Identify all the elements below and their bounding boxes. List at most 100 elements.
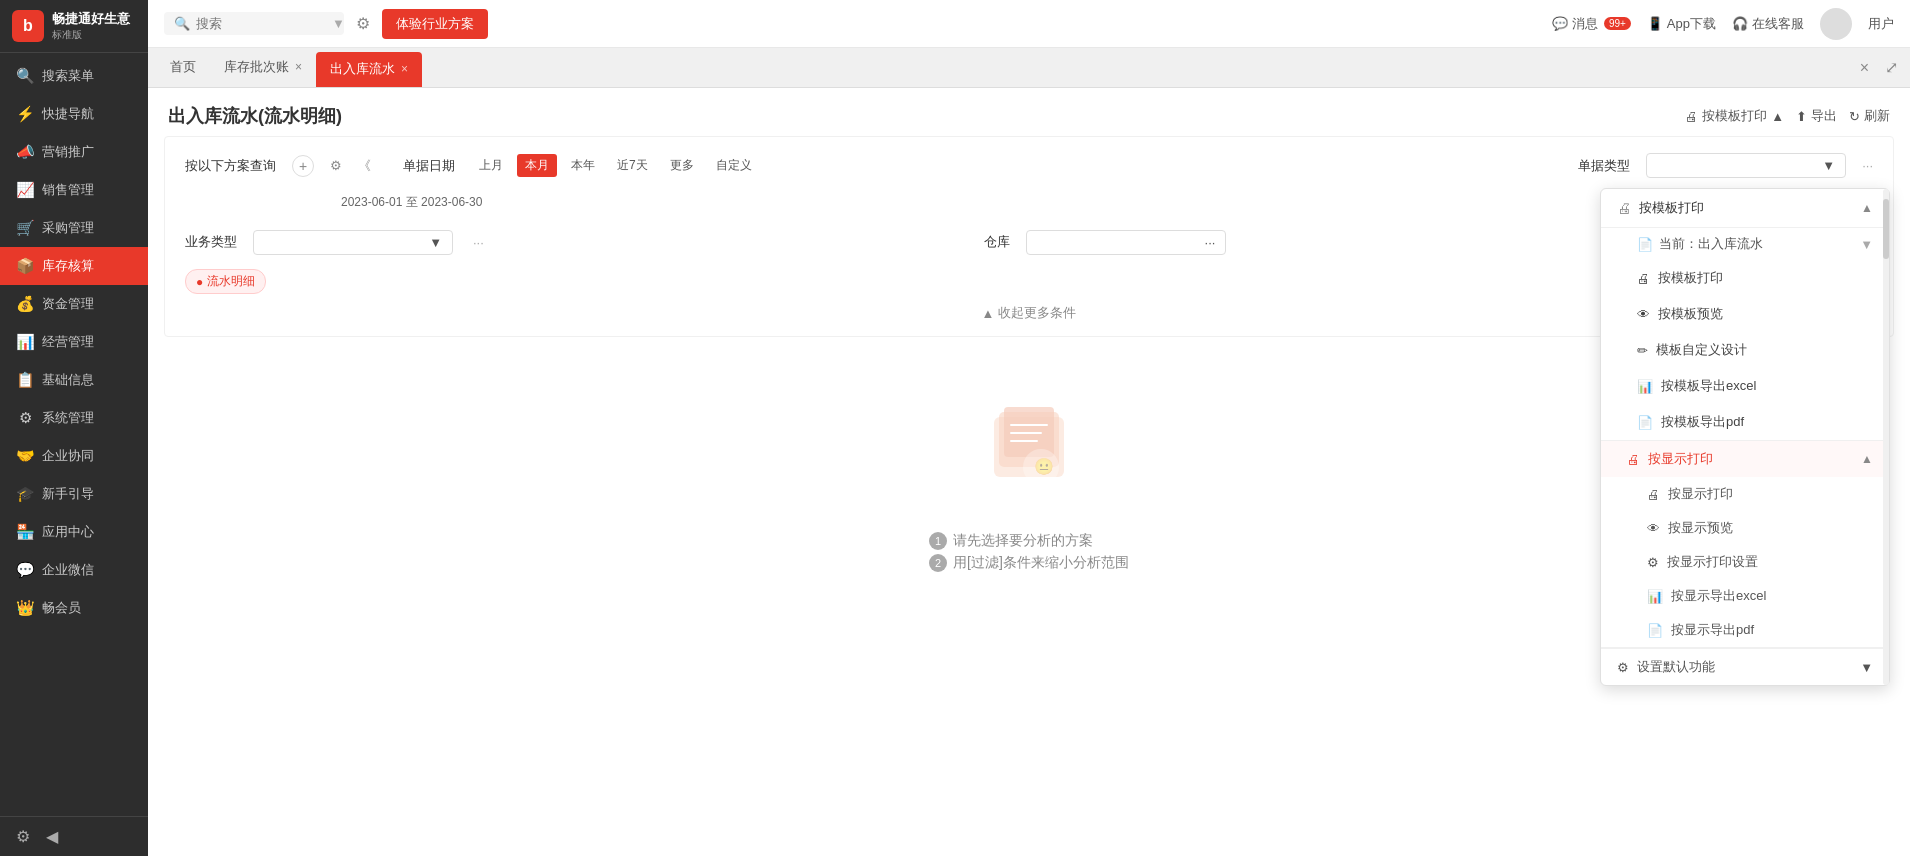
tag-dot: ●	[196, 275, 203, 289]
date-btn-more[interactable]: 更多	[662, 154, 702, 177]
sidebar-bottom: ⚙ ◀	[0, 816, 148, 856]
warehouse-select[interactable]: ···	[1026, 230, 1226, 255]
sidebar-item-quicknav[interactable]: ⚡ 快捷导航	[0, 95, 148, 133]
app-download-action[interactable]: 📱 App下载	[1647, 15, 1716, 33]
display-settings-icon: ⚙	[1647, 555, 1659, 570]
customer-service-action[interactable]: 🎧 在线客服	[1732, 15, 1804, 33]
sales-icon: 📈	[16, 181, 34, 199]
date-btn-custom[interactable]: 自定义	[708, 154, 760, 177]
dropdown-footer[interactable]: ⚙ 设置默认功能 ▼	[1601, 648, 1889, 685]
dropdown-template-excel[interactable]: 📊 按模板导出excel	[1601, 368, 1889, 404]
dropdown-template-design[interactable]: ✏ 模板自定义设计	[1601, 332, 1889, 368]
topbar: 🔍 ▼ ⚙ 体验行业方案 💬 消息 99+ 📱 App下载 🎧 在线客服 用户	[148, 0, 1910, 48]
sidebar: b 畅捷通好生意 标准版 🔍 搜索菜单 ⚡ 快捷导航 📣 营销推广 📈 销售管理…	[0, 0, 148, 856]
tab-batch[interactable]: 库存批次账 ×	[210, 48, 316, 87]
appstore-icon: 🏪	[16, 523, 34, 541]
sidebar-item-inventory[interactable]: 📦 库存核算	[0, 247, 148, 285]
sidebar-item-basic[interactable]: 📋 基础信息	[0, 361, 148, 399]
tab-batch-close[interactable]: ×	[295, 60, 302, 74]
template-design-icon: ✏	[1637, 343, 1648, 358]
search-dropdown-icon[interactable]: ▼	[332, 16, 345, 31]
sidebar-item-operations[interactable]: 📊 经营管理	[0, 323, 148, 361]
basic-icon: 📋	[16, 371, 34, 389]
filter-collapse-icon[interactable]: 《	[358, 157, 371, 175]
window-close-icon[interactable]: ×	[1856, 55, 1873, 81]
maximize-icon[interactable]: ⤢	[1881, 54, 1902, 81]
page-actions: 🖨 按模板打印 ▲ ⬆ 导出 ↻ 刷新	[1685, 107, 1890, 125]
logo-icon: b	[12, 10, 44, 42]
page-title: 出入库流水(流水明细)	[168, 104, 342, 128]
warehouse-label: 仓库	[984, 233, 1010, 251]
date-btn-last-month[interactable]: 上月	[471, 154, 511, 177]
empty-tip-1: 1 请先选择要分析的方案	[929, 532, 1129, 550]
message-action[interactable]: 💬 消息 99+	[1552, 15, 1631, 33]
display-arrow-up: ▲	[1861, 452, 1873, 466]
template-print-header[interactable]: 🖨 按模板打印 ▲	[1601, 189, 1889, 228]
topbar-search-box: 🔍 ▼	[164, 12, 344, 35]
display-print-icon: 🖨	[1627, 452, 1640, 467]
sidebar-item-appstore[interactable]: 🏪 应用中心	[0, 513, 148, 551]
date-label: 单据日期	[403, 157, 455, 175]
date-btn-this-month[interactable]: 本月	[517, 154, 557, 177]
sidebar-item-search[interactable]: 🔍 搜索菜单	[0, 57, 148, 95]
search-icon: 🔍	[174, 16, 190, 31]
svg-text:😐: 😐	[1034, 457, 1054, 476]
header-arrow-up: ▲	[1861, 201, 1873, 215]
warehouse-more-icon: ···	[1205, 235, 1216, 250]
sidebar-item-system[interactable]: ⚙ 系统管理	[0, 399, 148, 437]
dropdown-template-preview[interactable]: 👁 按模板预览	[1601, 296, 1889, 332]
filter-settings-icon[interactable]: ⚙	[330, 158, 342, 173]
collapse-sidebar-icon[interactable]: ◀	[46, 827, 58, 846]
gear-icon[interactable]: ⚙	[356, 14, 370, 33]
tab-flow[interactable]: 出入库流水 ×	[316, 52, 422, 87]
display-preview-icon: 👁	[1647, 521, 1660, 536]
flow-filter-tag[interactable]: ● 流水明细	[185, 269, 266, 294]
page-header: 出入库流水(流水明细) 🖨 按模板打印 ▲ ⬆ 导出 ↻ 刷新	[148, 88, 1910, 136]
display-print-section[interactable]: 🖨 按显示打印 ▲	[1601, 441, 1889, 477]
template-print-icon: 🖨	[1637, 271, 1650, 286]
voucher-type-select[interactable]: ▼	[1646, 153, 1846, 178]
settings-bottom-icon[interactable]: ⚙	[16, 827, 30, 846]
sidebar-item-marketing[interactable]: 📣 营销推广	[0, 133, 148, 171]
dropdown-display-pdf[interactable]: 📄 按显示导出pdf	[1601, 613, 1889, 647]
purchase-icon: 🛒	[16, 219, 34, 237]
add-filter-btn[interactable]: +	[292, 155, 314, 177]
sidebar-item-collab[interactable]: 🤝 企业协同	[0, 437, 148, 475]
dropdown-template-pdf[interactable]: 📄 按模板导出pdf	[1601, 404, 1889, 440]
export-action[interactable]: ⬆ 导出	[1796, 107, 1837, 125]
tab-flow-close[interactable]: ×	[401, 62, 408, 76]
tab-home[interactable]: 首页	[156, 48, 210, 87]
current-expand-icon[interactable]: ▼	[1860, 237, 1873, 252]
dropdown-display-preview[interactable]: 👁 按显示预览	[1601, 511, 1889, 545]
sidebar-item-finance[interactable]: 💰 资金管理	[0, 285, 148, 323]
dropdown-display-print[interactable]: 🖨 按显示打印	[1601, 477, 1889, 511]
user-avatar[interactable]	[1820, 8, 1852, 40]
chevron-down-icon: ▼	[1822, 158, 1835, 173]
dropdown-display-excel[interactable]: 📊 按显示导出excel	[1601, 579, 1889, 613]
quicknav-icon: ⚡	[16, 105, 34, 123]
arrow-up-icon: ▲	[1771, 109, 1784, 124]
refresh-action[interactable]: ↻ 刷新	[1849, 107, 1890, 125]
business-type-select[interactable]: ▼	[253, 230, 453, 255]
trial-btn[interactable]: 体验行业方案	[382, 9, 488, 39]
printer-header-icon: 🖨	[1617, 200, 1631, 216]
display-excel-icon: 📊	[1647, 589, 1663, 604]
sidebar-item-vip[interactable]: 👑 畅会员	[0, 589, 148, 627]
dropdown-template-print[interactable]: 🖨 按模板打印	[1601, 260, 1889, 296]
date-btn-7days[interactable]: 近7天	[609, 154, 656, 177]
empty-tips: 1 请先选择要分析的方案 2 用[过滤]条件来缩小分析范围	[929, 528, 1129, 576]
brand-version: 标准版	[52, 28, 130, 41]
inventory-icon: 📦	[16, 257, 34, 275]
sidebar-item-sales[interactable]: 📈 销售管理	[0, 171, 148, 209]
date-btn-this-year[interactable]: 本年	[563, 154, 603, 177]
voucher-more-icon[interactable]: ···	[1862, 158, 1873, 173]
business-type-more-icon[interactable]: ···	[473, 235, 484, 250]
sidebar-item-purchase[interactable]: 🛒 采购管理	[0, 209, 148, 247]
query-label: 按以下方案查询	[185, 157, 276, 175]
print-action[interactable]: 🖨 按模板打印 ▲	[1685, 107, 1784, 125]
search-input[interactable]	[196, 16, 326, 31]
dropdown-display-settings[interactable]: ⚙ 按显示打印设置	[1601, 545, 1889, 579]
sidebar-item-guide[interactable]: 🎓 新手引导	[0, 475, 148, 513]
sidebar-nav: 🔍 搜索菜单 ⚡ 快捷导航 📣 营销推广 📈 销售管理 🛒 采购管理 📦 库存核…	[0, 53, 148, 816]
sidebar-item-wechat[interactable]: 💬 企业微信	[0, 551, 148, 589]
